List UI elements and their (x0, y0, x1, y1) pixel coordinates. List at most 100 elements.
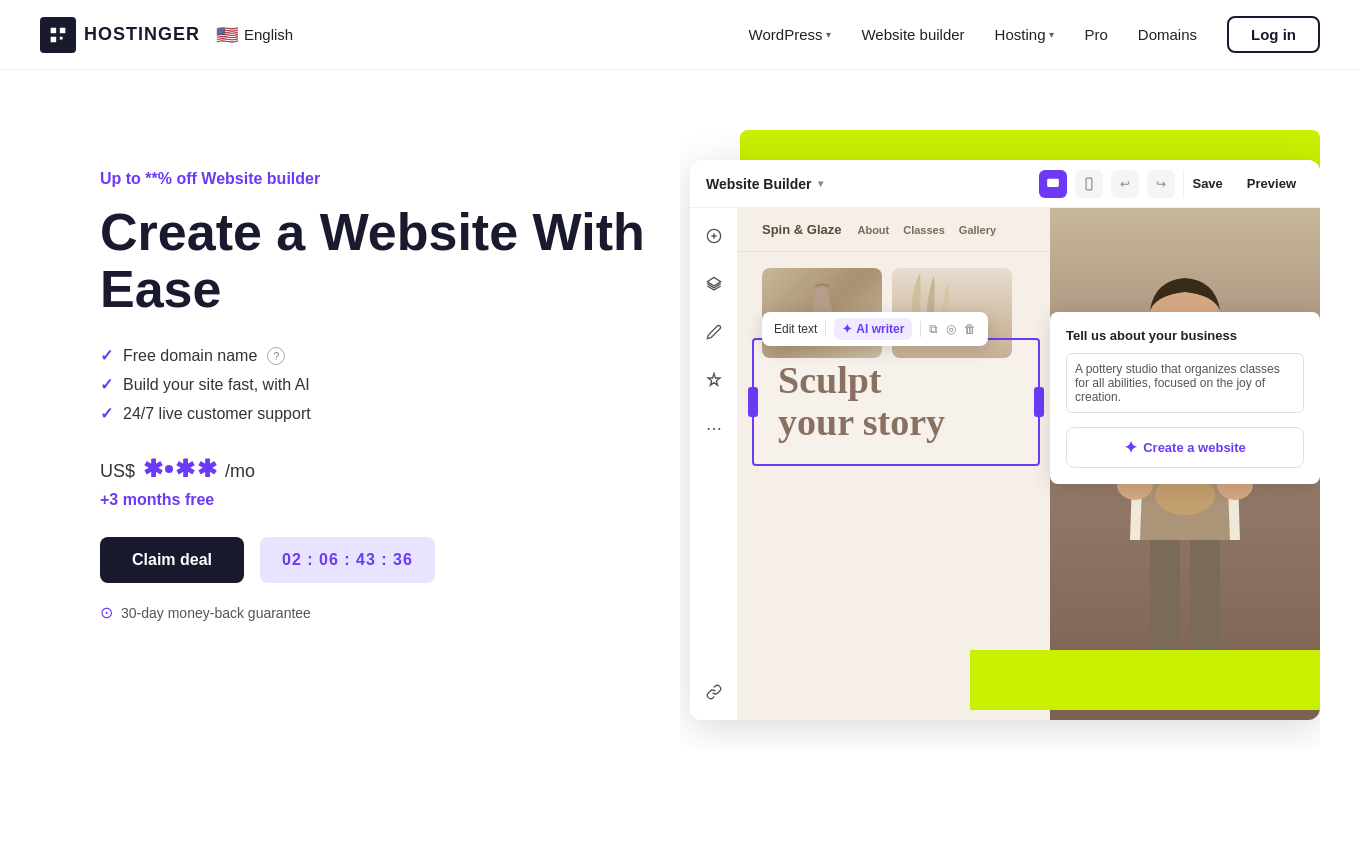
builder-chevron-icon: ▾ (818, 178, 823, 189)
feature-text-1: Free domain name (123, 347, 257, 365)
check-icon: ✓ (100, 404, 113, 423)
list-item: ✓ 24/7 live customer support (100, 404, 660, 423)
free-months-label: +3 months free (100, 491, 660, 509)
guarantee-row: ⊙ 30-day money-back guarantee (100, 603, 660, 622)
resize-handle-right[interactable] (1034, 387, 1044, 417)
edit-text-button[interactable]: Edit text (774, 322, 817, 336)
resize-handle-left[interactable] (748, 387, 758, 417)
offer-prefix: Up to (100, 170, 145, 187)
ai-writer-button[interactable]: ✦ AI writer (834, 318, 912, 340)
preview-nav-about: About (857, 224, 889, 236)
desktop-view-icon[interactable] (1039, 170, 1067, 198)
create-website-label: Create a website (1143, 440, 1246, 455)
mobile-view-icon[interactable] (1075, 170, 1103, 198)
undo-icon[interactable]: ↩ (1111, 170, 1139, 198)
headline-line2: Ease (100, 260, 221, 318)
preview-nav-items: About Classes Gallery (857, 224, 996, 236)
ai-writer-label: AI writer (856, 322, 904, 336)
offer-tag: Up to **% off Website builder (100, 170, 660, 188)
offer-highlight: **% (145, 170, 172, 187)
eye-icon[interactable]: ◎ (946, 322, 956, 336)
cta-row: Claim deal 02 : 06 : 43 : 36 (100, 537, 660, 583)
svg-rect-0 (1048, 178, 1060, 186)
toolbar-separator (825, 321, 826, 337)
price-asterisks: ✱ ✱ ✱ (143, 455, 217, 483)
nav-item-pro[interactable]: Pro (1084, 26, 1107, 43)
ai-panel: Tell us about your business A pottery st… (1050, 312, 1320, 484)
svg-rect-1 (1087, 178, 1093, 190)
website-preview: Spin & Glaze About Classes Gallery (738, 208, 1320, 720)
flag-icon: 🇺🇸 (216, 24, 238, 46)
check-icon: ✓ (100, 375, 113, 394)
per-month-label: /mo (225, 461, 255, 482)
sparkle-icon: ✦ (842, 322, 852, 336)
check-icon: ✓ (100, 346, 113, 365)
page-title: Create a Website With Ease (100, 204, 660, 318)
ai-panel-title: Tell us about your business (1066, 328, 1304, 343)
lime-accent-bottom (970, 650, 1320, 710)
preview-nav-gallery: Gallery (959, 224, 996, 236)
preview-site-logo: Spin & Glaze (762, 222, 841, 237)
nav-label-hosting: Hosting (995, 26, 1046, 43)
builder-sidebar: ⋯ (690, 208, 738, 720)
layers-icon[interactable] (698, 268, 730, 300)
chevron-down-icon-hosting: ▾ (1049, 29, 1054, 40)
edit-toolbar: Edit text ✦ AI writer ⧉ ◎ 🗑 (762, 312, 988, 346)
preview-nav-classes: Classes (903, 224, 945, 236)
trash-icon[interactable]: 🗑 (964, 322, 976, 336)
list-item: ✓ Build your site fast, with AI (100, 375, 660, 394)
chevron-down-icon: ▾ (826, 29, 831, 40)
main-content: Up to **% off Website builder Create a W… (0, 70, 1360, 859)
more-icon[interactable]: ⋯ (698, 412, 730, 444)
builder-content: ⋯ Spin & Glaze About Classes (690, 208, 1320, 720)
offer-suffix: off Website builder (172, 170, 320, 187)
sculpt-headline-text: Sculptyour story (778, 360, 1014, 444)
hero-left-panel: Up to **% off Website builder Create a W… (100, 130, 660, 622)
headline-line1: Create a Website With (100, 203, 645, 261)
claim-deal-button[interactable]: Claim deal (100, 537, 244, 583)
price-row: US$ ✱ ✱ ✱ /mo (100, 455, 660, 483)
create-sparkle-icon: ✦ (1124, 438, 1137, 457)
toolbar-separator2 (920, 321, 921, 337)
guarantee-text: 30-day money-back guarantee (121, 605, 311, 621)
nav-left: HOSTINGER 🇺🇸 English (40, 17, 293, 53)
builder-title-text: Website Builder (706, 176, 812, 192)
nav-item-domains[interactable]: Domains (1138, 26, 1197, 43)
nav-label-domains: Domains (1138, 26, 1197, 43)
add-element-icon[interactable] (698, 220, 730, 252)
builder-title: Website Builder ▾ (706, 176, 823, 192)
nav-item-website-builder[interactable]: Website builder (861, 26, 964, 43)
sculpt-text-box[interactable]: Sculptyour story (752, 338, 1040, 466)
info-icon[interactable]: ? (267, 347, 285, 365)
pen-icon[interactable] (698, 316, 730, 348)
feature-text-2: Build your site fast, with AI (123, 376, 310, 394)
toolbar-right: ↩ ↪ Save Preview (1039, 170, 1304, 198)
preview-button[interactable]: Preview (1239, 176, 1304, 191)
builder-preview-panel: Website Builder ▾ ↩ ↪ Save Preview (680, 130, 1320, 750)
nav-label-wordpress: WordPress (749, 26, 823, 43)
login-button[interactable]: Log in (1227, 16, 1320, 53)
ai-business-textarea[interactable]: A pottery studio that organizes classes … (1066, 353, 1304, 413)
nav-label-pro: Pro (1084, 26, 1107, 43)
price-star1: ✱ (143, 455, 163, 483)
language-selector[interactable]: 🇺🇸 English (216, 24, 293, 46)
logo[interactable]: HOSTINGER (40, 17, 200, 53)
price-star3: ✱ (197, 455, 217, 483)
nav-item-wordpress[interactable]: WordPress ▾ (749, 26, 832, 43)
shield-icon: ⊙ (100, 603, 113, 622)
nav-item-hosting[interactable]: Hosting ▾ (995, 26, 1055, 43)
builder-toolbar: Website Builder ▾ ↩ ↪ Save Preview (690, 160, 1320, 208)
ai-sparkle-icon[interactable] (698, 364, 730, 396)
hostinger-icon (47, 24, 69, 46)
create-website-button[interactable]: ✦ Create a website (1066, 427, 1304, 468)
price-star2: ✱ (175, 455, 195, 483)
feature-text-3: 24/7 live customer support (123, 405, 311, 423)
logo-text: HOSTINGER (84, 24, 200, 45)
save-button[interactable]: Save (1183, 170, 1230, 198)
price-dot (165, 465, 173, 473)
nav-label-website-builder: Website builder (861, 26, 964, 43)
navigation: HOSTINGER 🇺🇸 English WordPress ▾ Website… (0, 0, 1360, 70)
redo-icon[interactable]: ↪ (1147, 170, 1175, 198)
copy-icon[interactable]: ⧉ (929, 322, 938, 336)
link-icon[interactable] (698, 676, 730, 708)
